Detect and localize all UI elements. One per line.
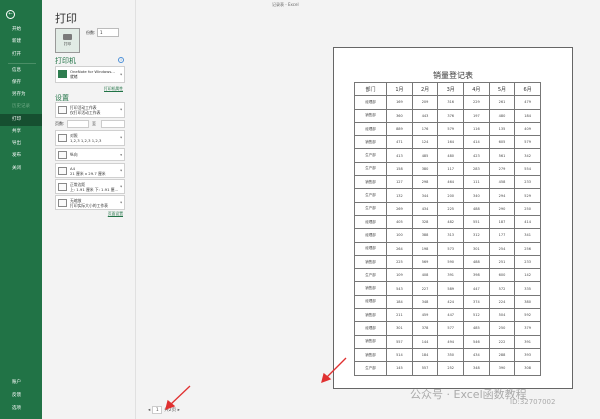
red-arrow-icon — [321, 357, 347, 384]
annotation-arrows — [165, 357, 347, 411]
red-arrow-icon — [165, 385, 191, 411]
